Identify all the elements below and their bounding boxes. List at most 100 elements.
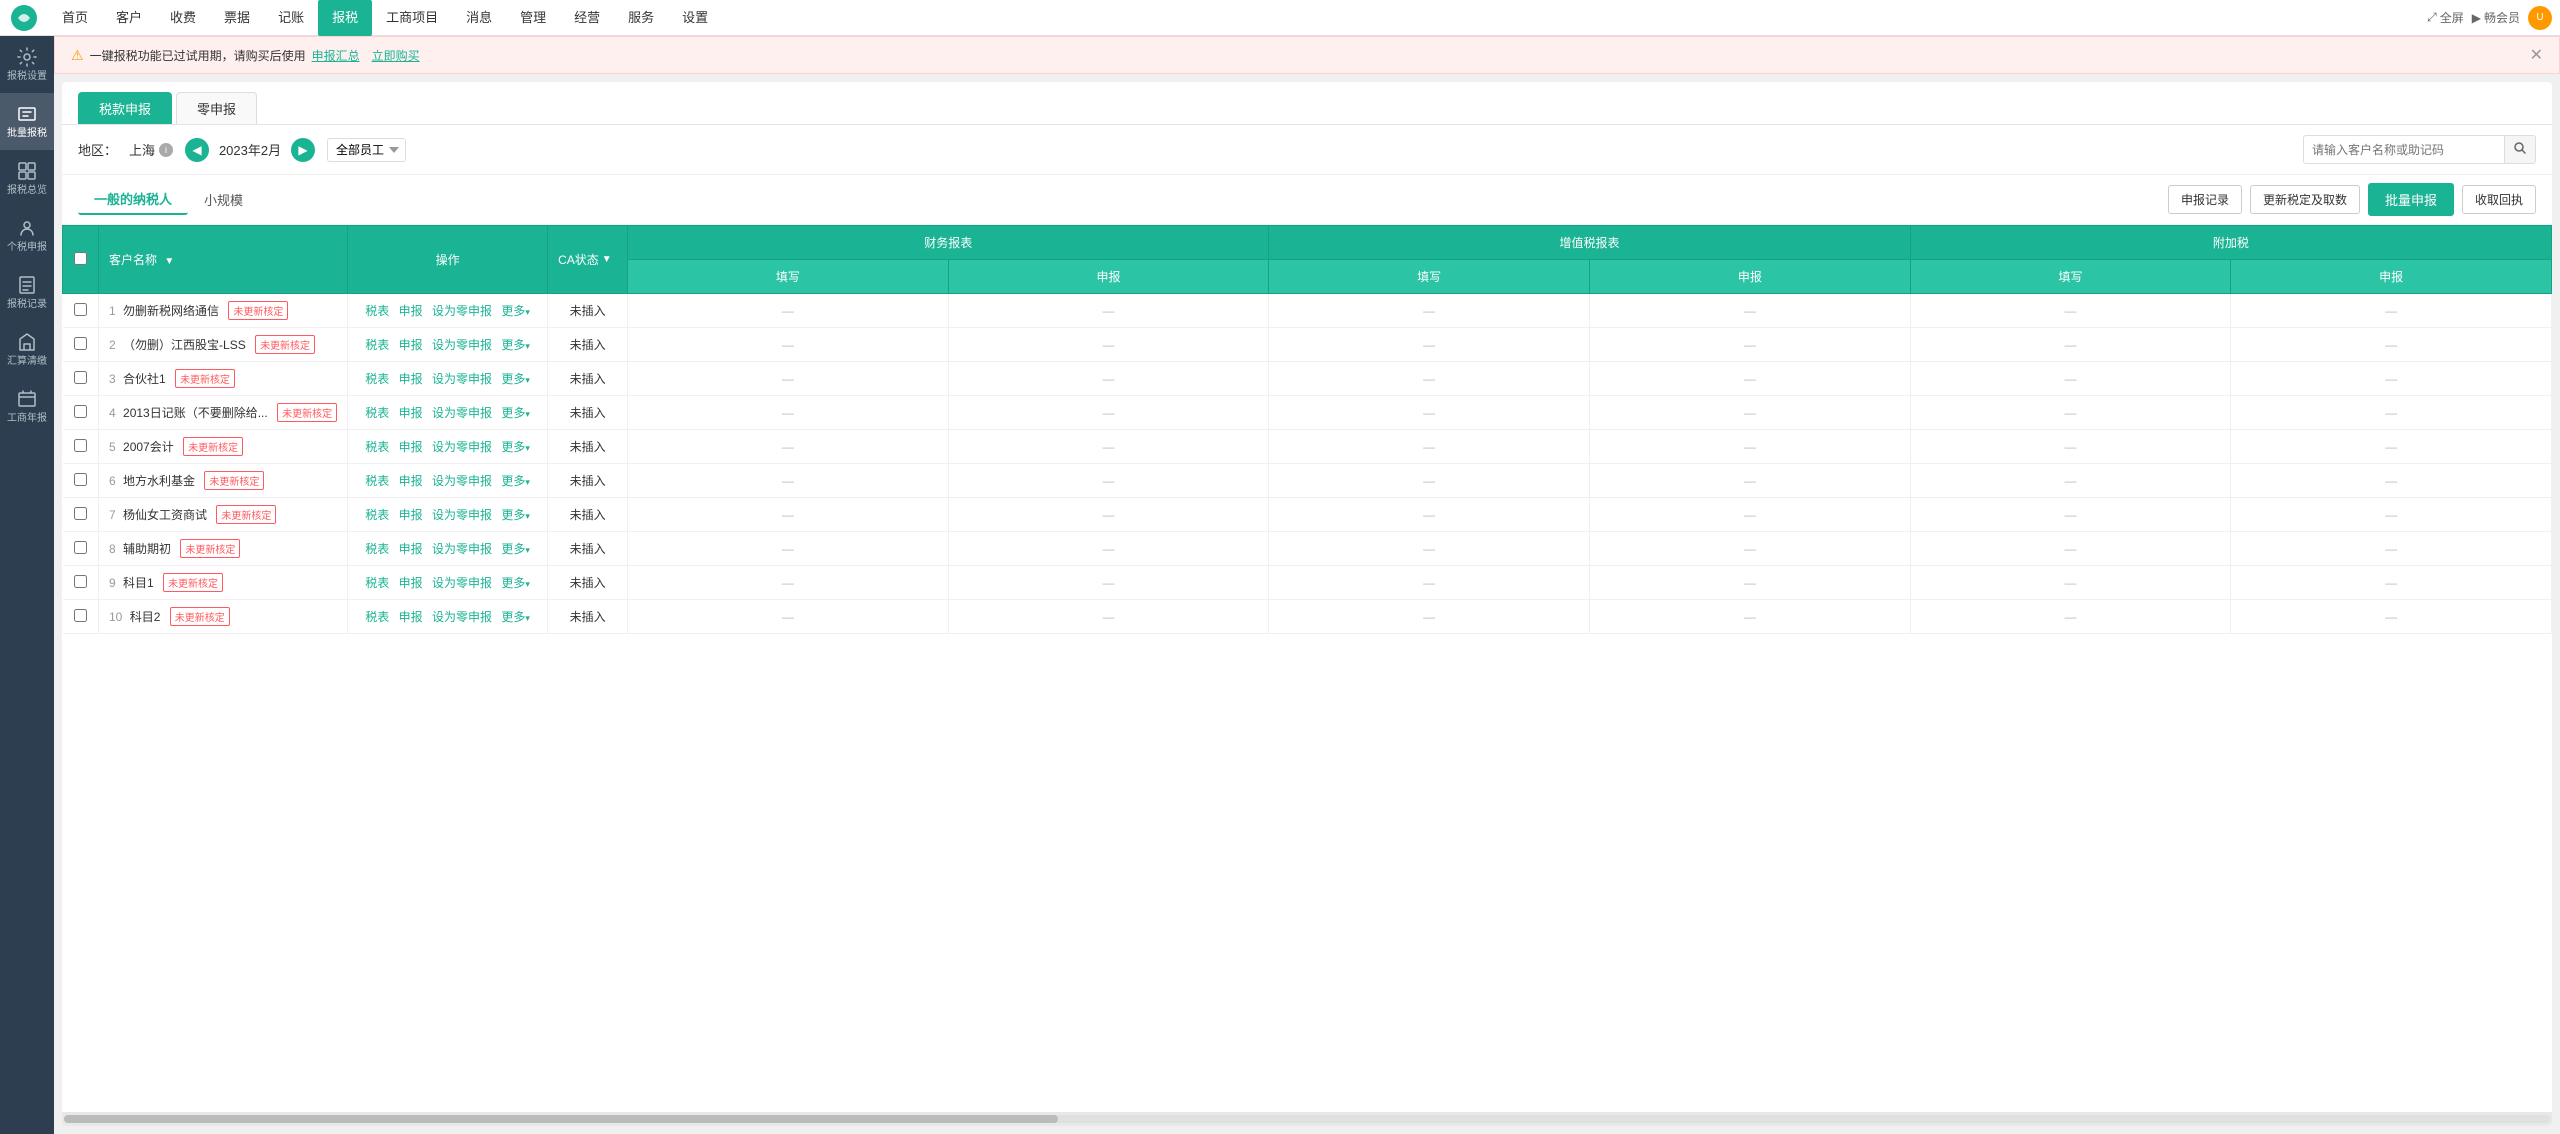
op-申报-btn[interactable]: 申报 [399, 304, 423, 318]
row-checkbox[interactable] [74, 609, 87, 622]
page-container: 税款申报 零申报 地区： 上海 i ◀ 2023年2月 ▶ 全部员工 [62, 82, 2552, 1126]
op-more-btn[interactable]: 更多▾ [501, 542, 530, 556]
op-申报-btn[interactable]: 申报 [399, 406, 423, 420]
search-button[interactable] [2504, 136, 2535, 163]
op-税表-btn[interactable]: 税表 [365, 474, 389, 488]
banner-link-summary[interactable]: 申报汇总 [312, 47, 360, 64]
sidebar-item-overview[interactable]: 报税总览 [0, 150, 54, 207]
op-设为零申报-btn[interactable]: 设为零申报 [432, 542, 492, 556]
op-申报-btn[interactable]: 申报 [399, 576, 423, 590]
date-next-button[interactable]: ▶ [291, 138, 315, 162]
retrieve-button[interactable]: 收取回执 [2462, 185, 2536, 214]
subtab-small[interactable]: 小规模 [188, 185, 259, 214]
date-prev-button[interactable]: ◀ [185, 138, 209, 162]
declare-record-button[interactable]: 申报记录 [2168, 185, 2242, 214]
op-more-btn[interactable]: 更多▾ [501, 406, 530, 420]
sidebar-item-annual[interactable]: 工商年报 [0, 378, 54, 435]
row-fin-declare: — [948, 430, 1269, 464]
row-checkbox[interactable] [74, 575, 87, 588]
op-设为零申报-btn[interactable]: 设为零申报 [432, 474, 492, 488]
search-input[interactable] [2304, 138, 2504, 162]
op-申报-btn[interactable]: 申报 [399, 338, 423, 352]
batch-declare-button[interactable]: 批量申报 [2368, 183, 2454, 216]
op-设为零申报-btn[interactable]: 设为零申报 [432, 406, 492, 420]
nav-home[interactable]: 首页 [48, 0, 102, 36]
select-all-checkbox[interactable] [74, 252, 87, 265]
op-税表-btn[interactable]: 税表 [365, 508, 389, 522]
op-more-btn[interactable]: 更多▾ [501, 338, 530, 352]
op-设为零申报-btn[interactable]: 设为零申报 [432, 440, 492, 454]
op-税表-btn[interactable]: 税表 [365, 406, 389, 420]
row-checkbox[interactable] [74, 507, 87, 520]
op-more-btn[interactable]: 更多▾ [501, 576, 530, 590]
nav-client[interactable]: 客户 [102, 0, 156, 36]
tab-zero-declaration[interactable]: 零申报 [176, 92, 257, 124]
subtab-general[interactable]: 一般的纳税人 [78, 184, 188, 215]
ca-sort-icon[interactable]: ▼ [602, 254, 612, 265]
sort-icon[interactable]: ▼ [164, 256, 174, 267]
op-申报-btn[interactable]: 申报 [399, 542, 423, 556]
nav-settings[interactable]: 设置 [668, 0, 722, 36]
op-more-btn[interactable]: 更多▾ [501, 610, 530, 624]
op-more-btn[interactable]: 更多▾ [501, 304, 530, 318]
update-button[interactable]: 更新税定及取数 [2250, 185, 2360, 214]
info-icon[interactable]: i [159, 143, 173, 157]
banner-link-buy[interactable]: 立即购买 [372, 47, 420, 64]
op-申报-btn[interactable]: 申报 [399, 610, 423, 624]
sidebar-item-personal-tax[interactable]: 个税申报 [0, 207, 54, 264]
op-设为零申报-btn[interactable]: 设为零申报 [432, 508, 492, 522]
op-申报-btn[interactable]: 申报 [399, 372, 423, 386]
nav-message[interactable]: 消息 [452, 0, 506, 36]
op-申报-btn[interactable]: 申报 [399, 474, 423, 488]
op-税表-btn[interactable]: 税表 [365, 372, 389, 386]
row-checkbox[interactable] [74, 541, 87, 554]
nav-management[interactable]: 管理 [506, 0, 560, 36]
op-more-btn[interactable]: 更多▾ [501, 372, 530, 386]
op-税表-btn[interactable]: 税表 [365, 338, 389, 352]
row-operations: 税表 申报 设为零申报 更多▾ [348, 362, 548, 396]
nav-operation[interactable]: 经营 [560, 0, 614, 36]
row-checkbox[interactable] [74, 405, 87, 418]
op-税表-btn[interactable]: 税表 [365, 542, 389, 556]
fullscreen-btn[interactable]: ⤢ 全屏 [2427, 9, 2464, 26]
sidebar-item-record[interactable]: 报税记录 [0, 264, 54, 321]
sidebar-item-tax-settings[interactable]: 报税设置 [0, 36, 54, 93]
op-申报-btn[interactable]: 申报 [399, 508, 423, 522]
op-税表-btn[interactable]: 税表 [365, 610, 389, 624]
banner-close-button[interactable]: ✕ [2530, 45, 2543, 65]
nav-service[interactable]: 服务 [614, 0, 668, 36]
member-btn[interactable]: ▶ 畅会员 [2472, 9, 2520, 26]
row-checkbox[interactable] [74, 439, 87, 452]
row-checkbox[interactable] [74, 337, 87, 350]
op-设为零申报-btn[interactable]: 设为零申报 [432, 576, 492, 590]
op-设为零申报-btn[interactable]: 设为零申报 [432, 338, 492, 352]
nav-accounting[interactable]: 记账 [264, 0, 318, 36]
sidebar-item-clearance[interactable]: 汇算清缴 [0, 321, 54, 378]
nav-fee[interactable]: 收费 [156, 0, 210, 36]
sidebar-label-batch-tax: 批量报税 [7, 128, 47, 140]
horizontal-scrollbar[interactable] [62, 1112, 2552, 1126]
row-checkbox[interactable] [74, 371, 87, 384]
avatar[interactable]: U [2528, 6, 2552, 30]
op-税表-btn[interactable]: 税表 [365, 576, 389, 590]
op-more-btn[interactable]: 更多▾ [501, 474, 530, 488]
nav-invoice[interactable]: 票据 [210, 0, 264, 36]
op-申报-btn[interactable]: 申报 [399, 440, 423, 454]
op-设为零申报-btn[interactable]: 设为零申报 [432, 304, 492, 318]
op-more-btn[interactable]: 更多▾ [501, 440, 530, 454]
op-设为零申报-btn[interactable]: 设为零申报 [432, 610, 492, 624]
sidebar-item-batch-tax[interactable]: 批量报税 [0, 93, 54, 150]
row-checkbox[interactable] [74, 473, 87, 486]
row-fin-declare: — [948, 532, 1269, 566]
row-checkbox[interactable] [74, 303, 87, 316]
op-设为零申报-btn[interactable]: 设为零申报 [432, 372, 492, 386]
op-税表-btn[interactable]: 税表 [365, 440, 389, 454]
nav-tax[interactable]: 报税 [318, 0, 372, 36]
dept-select[interactable]: 全部员工 [327, 138, 406, 162]
row-checkbox-cell [63, 532, 99, 566]
op-税表-btn[interactable]: 税表 [365, 304, 389, 318]
op-more-btn[interactable]: 更多▾ [501, 508, 530, 522]
tab-tax-declaration[interactable]: 税款申报 [78, 92, 172, 124]
nav-commerce[interactable]: 工商项目 [372, 0, 452, 36]
scrollbar-thumb[interactable] [64, 1115, 1058, 1123]
